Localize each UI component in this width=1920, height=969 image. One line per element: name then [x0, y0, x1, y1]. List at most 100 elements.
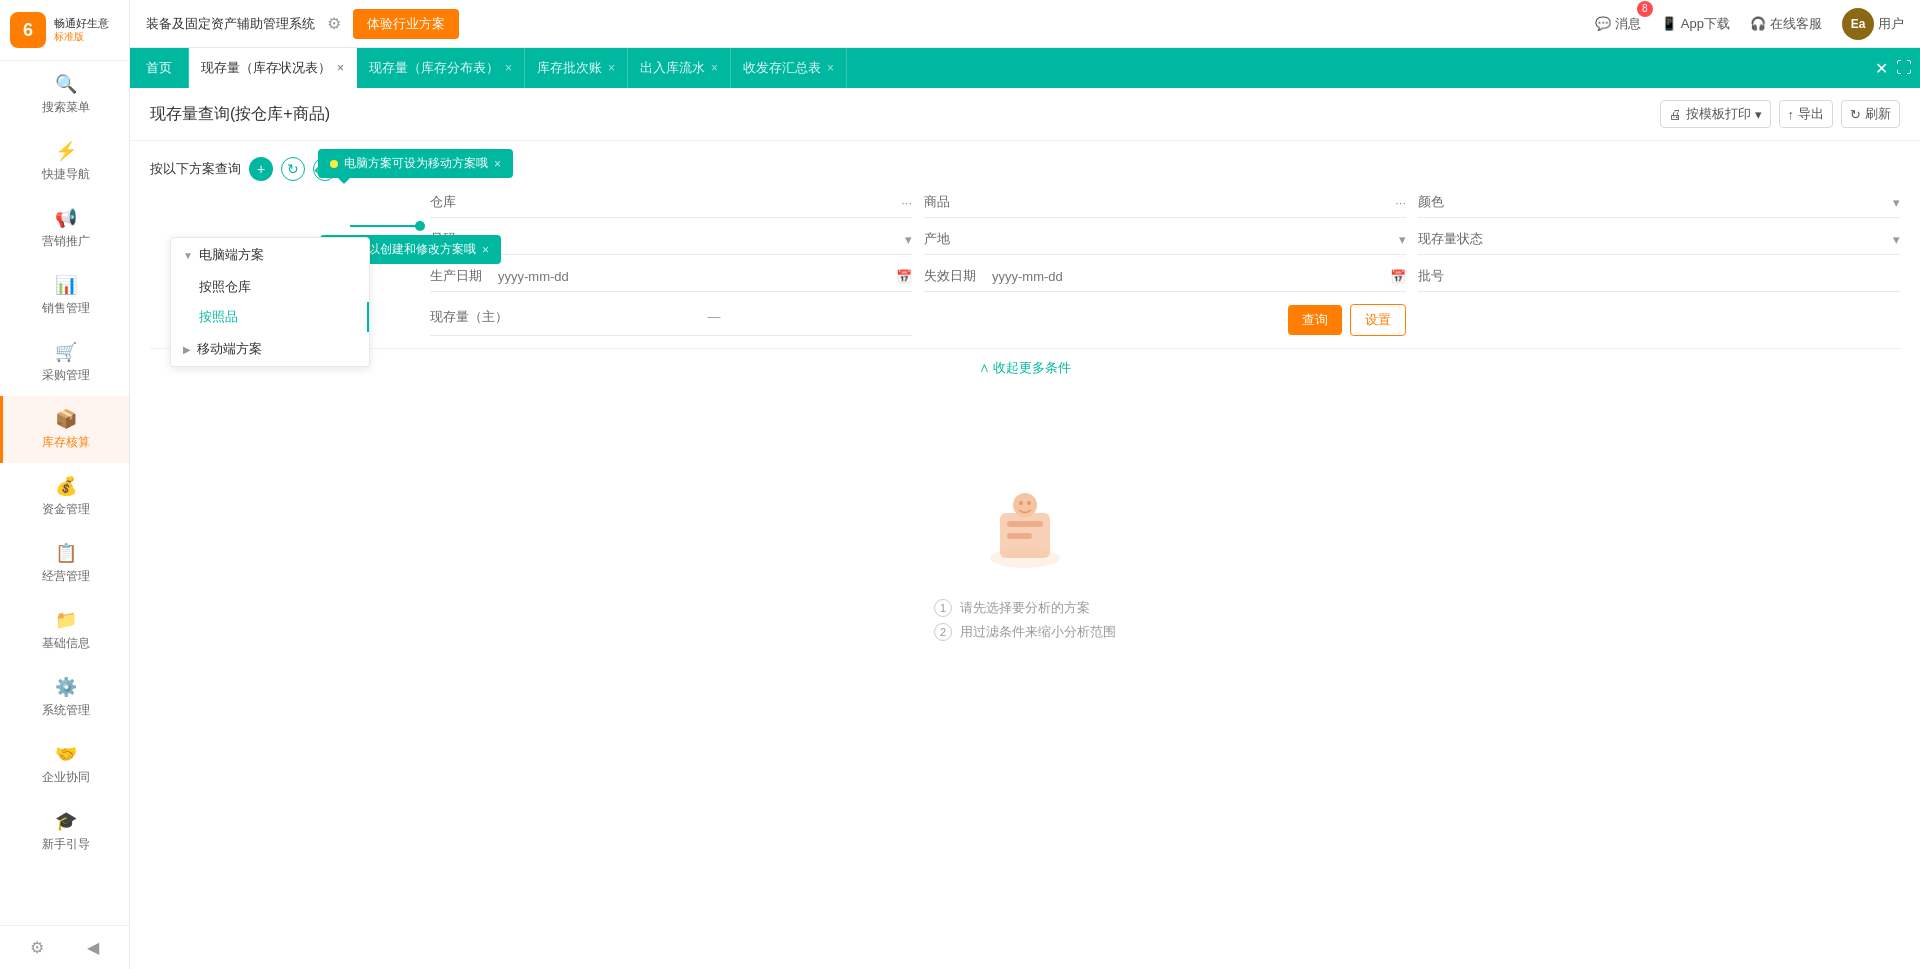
marketing-icon: 📢: [55, 207, 77, 229]
app-download-button[interactable]: 📱 App下载: [1661, 15, 1730, 33]
logo-icon: 6: [10, 12, 46, 48]
export-button[interactable]: ↑ 导出: [1779, 100, 1834, 128]
sidebar-item-basic[interactable]: 📁 基础信息: [0, 597, 129, 664]
sidebar-item-quick[interactable]: ⚡ 快捷导航: [0, 128, 129, 195]
sidebar-item-marketing[interactable]: 📢 营销推广: [0, 195, 129, 262]
warehouse-more-icon[interactable]: ···: [901, 195, 912, 210]
sidebar-item-system[interactable]: ⚙️ 系统管理: [0, 664, 129, 731]
filter-field-stock-main: 现存量（主） —: [430, 304, 912, 336]
print-icon: 🖨: [1669, 107, 1682, 122]
sidebar-item-search[interactable]: 🔍 搜索菜单: [0, 61, 129, 128]
stock-main-input-max[interactable]: [729, 309, 913, 324]
settings-gear-icon[interactable]: ⚙: [327, 14, 341, 33]
tree-item-desktop[interactable]: ▼ 电脑端方案: [171, 238, 369, 272]
tab-inventory-status[interactable]: 现存量（库存状况表） ×: [189, 48, 357, 88]
connector-dot: [415, 221, 425, 231]
tab-close-icon[interactable]: ×: [711, 61, 718, 75]
refresh-icon: ↻: [1850, 107, 1861, 122]
filter-field-stock-status: 现存量状态 ▾: [1418, 230, 1900, 255]
online-support-button[interactable]: 🎧 在线客服: [1750, 15, 1822, 33]
tree-item-mobile[interactable]: ▶ 移动端方案: [171, 332, 369, 366]
calendar-icon[interactable]: 📅: [896, 269, 912, 284]
content-area: 现存量查询(按仓库+商品) 🖨 按模板打印 ▾ ↑ 导出 ↻ 刷新: [130, 88, 1920, 969]
tab-batch-ledger[interactable]: 库存批次账 ×: [525, 48, 628, 88]
sidebar-item-operations[interactable]: 📋 经营管理: [0, 530, 129, 597]
svg-point-4: [1013, 493, 1037, 517]
tab-close-icon[interactable]: ×: [337, 61, 344, 75]
sidebar-item-enterprise[interactable]: 🤝 企业协同: [0, 731, 129, 798]
tab-close-all-icon[interactable]: ✕: [1875, 59, 1888, 78]
sidebar-item-finance[interactable]: 💰 资金管理: [0, 463, 129, 530]
logo-text: 畅通好生意: [54, 16, 109, 30]
calendar-icon-2[interactable]: 📅: [1390, 269, 1406, 284]
logo-badge: 标准版: [54, 30, 109, 44]
sidebar-item-guide[interactable]: 🎓 新手引导: [0, 798, 129, 865]
operations-icon: 📋: [55, 542, 77, 564]
sidebar-logo: 6 畅通好生意 标准版: [0, 0, 129, 61]
print-button[interactable]: 🖨 按模板打印 ▾: [1660, 100, 1771, 128]
footer-settings-button[interactable]: ⚙: [30, 938, 44, 957]
goods-input[interactable]: [992, 195, 1387, 210]
batch-no-label: 批号: [1418, 267, 1478, 285]
quick-icon: ⚡: [55, 140, 77, 162]
sidebar-item-label: 搜索菜单: [42, 99, 90, 116]
filter-fields: 仓库 ··· 商品 ··· 颜色 ▾: [430, 193, 1900, 348]
stock-status-dropdown-icon[interactable]: ▾: [1893, 232, 1900, 247]
footer-collapse-button[interactable]: ◀: [87, 938, 99, 957]
tree-sub-item-warehouse[interactable]: 按照仓库: [171, 272, 369, 302]
size-input[interactable]: [498, 232, 897, 247]
search-icon: 🔍: [55, 73, 77, 95]
tab-collect-summary[interactable]: 收发存汇总表 ×: [731, 48, 847, 88]
message-button[interactable]: 💬 消息 8: [1595, 15, 1641, 33]
filter-row-3: 生产日期 📅 失效日期 📅 批号: [430, 267, 1900, 292]
expiry-date-input[interactable]: [992, 269, 1382, 284]
stock-main-input[interactable]: [516, 309, 700, 324]
tab-expand-icon[interactable]: ⛶: [1896, 59, 1912, 77]
tab-home[interactable]: 首页: [130, 48, 189, 88]
color-dropdown-icon[interactable]: ▾: [1893, 195, 1900, 210]
size-dropdown-icon[interactable]: ▾: [905, 232, 912, 247]
tab-close-icon[interactable]: ×: [608, 61, 615, 75]
refresh-scheme-button[interactable]: ↻: [281, 157, 305, 181]
tab-inventory-dist[interactable]: 现存量（库存分布表） ×: [357, 48, 525, 88]
add-scheme-button[interactable]: +: [249, 157, 273, 181]
origin-dropdown-icon[interactable]: ▾: [1399, 232, 1406, 247]
settings-button[interactable]: 设置: [1350, 304, 1406, 336]
empty-illustration: [975, 483, 1075, 583]
origin-input[interactable]: [992, 232, 1391, 247]
filter-field-size: 尺码 ▾: [430, 230, 912, 255]
tab-close-icon[interactable]: ×: [827, 61, 834, 75]
sidebar-item-inventory[interactable]: 📦 库存核算: [0, 396, 129, 463]
warehouse-input[interactable]: [498, 195, 893, 210]
batch-no-input[interactable]: [1486, 269, 1900, 284]
range-separator: —: [708, 309, 721, 324]
tab-close-icon[interactable]: ×: [505, 61, 512, 75]
search-button[interactable]: 查询: [1288, 305, 1342, 335]
refresh-button[interactable]: ↻ 刷新: [1841, 100, 1900, 128]
tab-io-flow[interactable]: 出入库流水 ×: [628, 48, 731, 88]
filter-field-production-date: 生产日期 📅: [430, 267, 912, 292]
sidebar: 6 畅通好生意 标准版 🔍 搜索菜单 ⚡ 快捷导航 📢 营销推广 📊 销售管理 …: [0, 0, 130, 969]
step-num-2: 2: [934, 623, 952, 641]
sidebar-item-label: 资金管理: [42, 501, 90, 518]
production-date-input[interactable]: [498, 269, 888, 284]
sidebar-item-purchase[interactable]: 🛒 采购管理: [0, 329, 129, 396]
color-input[interactable]: [1486, 195, 1885, 210]
goods-more-icon[interactable]: ···: [1395, 195, 1406, 210]
collapse-bar[interactable]: ∧ 收起更多条件: [150, 348, 1900, 387]
sidebar-item-label: 销售管理: [42, 300, 90, 317]
edit-tooltip-close-button[interactable]: ×: [482, 243, 489, 257]
stock-status-input[interactable]: [1491, 232, 1885, 247]
message-icon: 💬: [1595, 16, 1611, 31]
filter-label: 按以下方案查询: [150, 160, 241, 178]
expiry-date-label: 失效日期: [924, 267, 984, 285]
scheme-tooltip-close-button[interactable]: ×: [494, 157, 501, 171]
industry-plan-button[interactable]: 体验行业方案: [353, 9, 459, 39]
production-date-label: 生产日期: [430, 267, 490, 285]
filter-row-2: 尺码 ▾ 产地 ▾ 现存量状态 ▾: [430, 230, 1900, 255]
purchase-icon: 🛒: [55, 341, 77, 363]
user-profile[interactable]: Ea 用户: [1842, 8, 1904, 40]
sidebar-item-sales[interactable]: 📊 销售管理: [0, 262, 129, 329]
scheme-tooltip: 电脑方案可设为移动方案哦 ×: [318, 149, 513, 178]
tree-sub-item-goods[interactable]: 按照品: [171, 302, 369, 332]
